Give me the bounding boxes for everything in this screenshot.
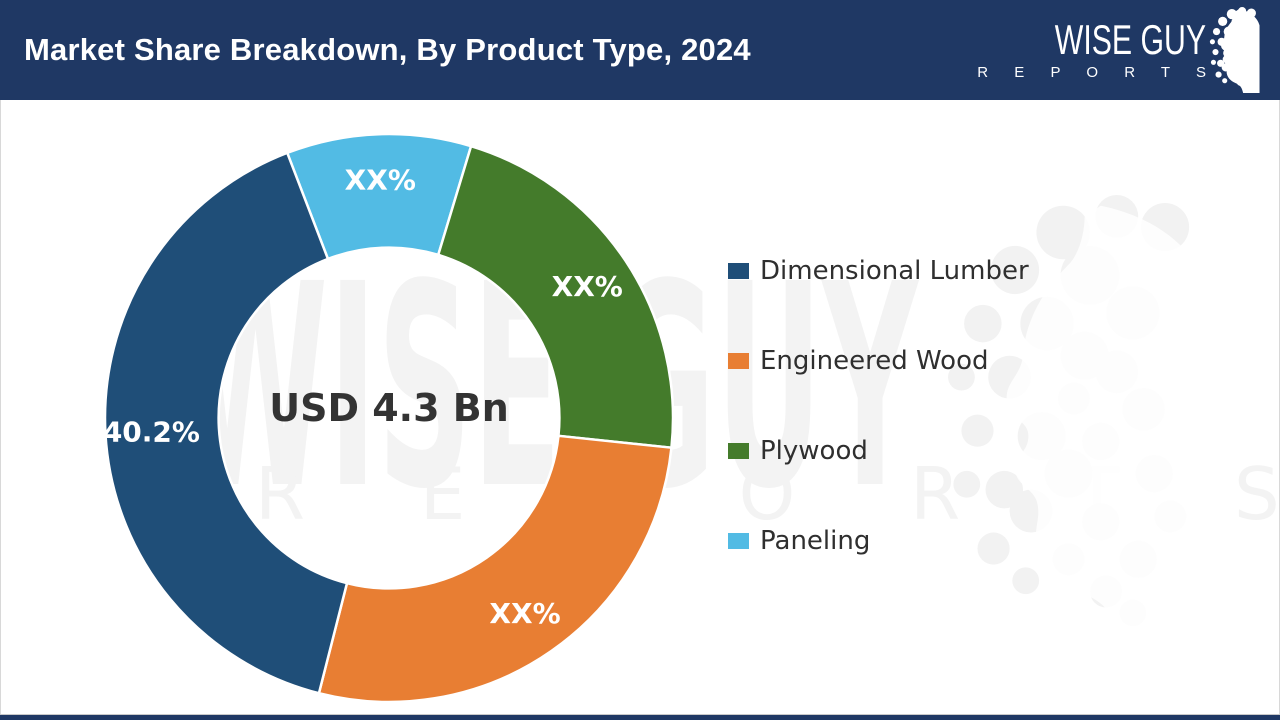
legend-swatch	[728, 353, 749, 369]
footer-bar	[0, 714, 1280, 720]
legend-item-label: Plywood	[760, 436, 868, 466]
legend-item: Dimensional Lumber	[728, 256, 1029, 286]
legend-item: Paneling	[728, 526, 1029, 556]
logo-head-icon	[1209, 7, 1260, 93]
page-title: Market Share Breakdown, By Product Type,…	[24, 32, 751, 67]
legend-item-label: Paneling	[760, 526, 871, 556]
brand-logo: WISE GUY R E P O R T S	[977, 5, 1266, 95]
slice-engineered-wood	[317, 434, 673, 704]
donut-chart: XX% XX% XX% 40.2%	[103, 132, 675, 704]
chart-legend: Dimensional Lumber Engineered Wood Plywo…	[728, 256, 1029, 616]
legend-swatch	[728, 443, 749, 459]
legend-item: Plywood	[728, 436, 1029, 466]
legend-swatch	[728, 263, 749, 279]
logo-reports-text: R E P O R T S	[977, 64, 1217, 81]
slice-percent-label: XX%	[552, 270, 623, 303]
logo-wordmark: WISE GUY	[1054, 16, 1206, 63]
slice-percent-label: 40.2%	[103, 415, 200, 448]
donut-center-value: USD 4.3 Bn	[269, 386, 509, 430]
legend-item: Engineered Wood	[728, 346, 1029, 376]
header-bar: Market Share Breakdown, By Product Type,…	[0, 0, 1280, 100]
legend-item-label: Dimensional Lumber	[760, 256, 1029, 286]
legend-item-label: Engineered Wood	[760, 346, 989, 376]
slice-percent-label: XX%	[489, 597, 560, 630]
legend-swatch	[728, 533, 749, 549]
slice-percent-label: XX%	[345, 164, 416, 197]
